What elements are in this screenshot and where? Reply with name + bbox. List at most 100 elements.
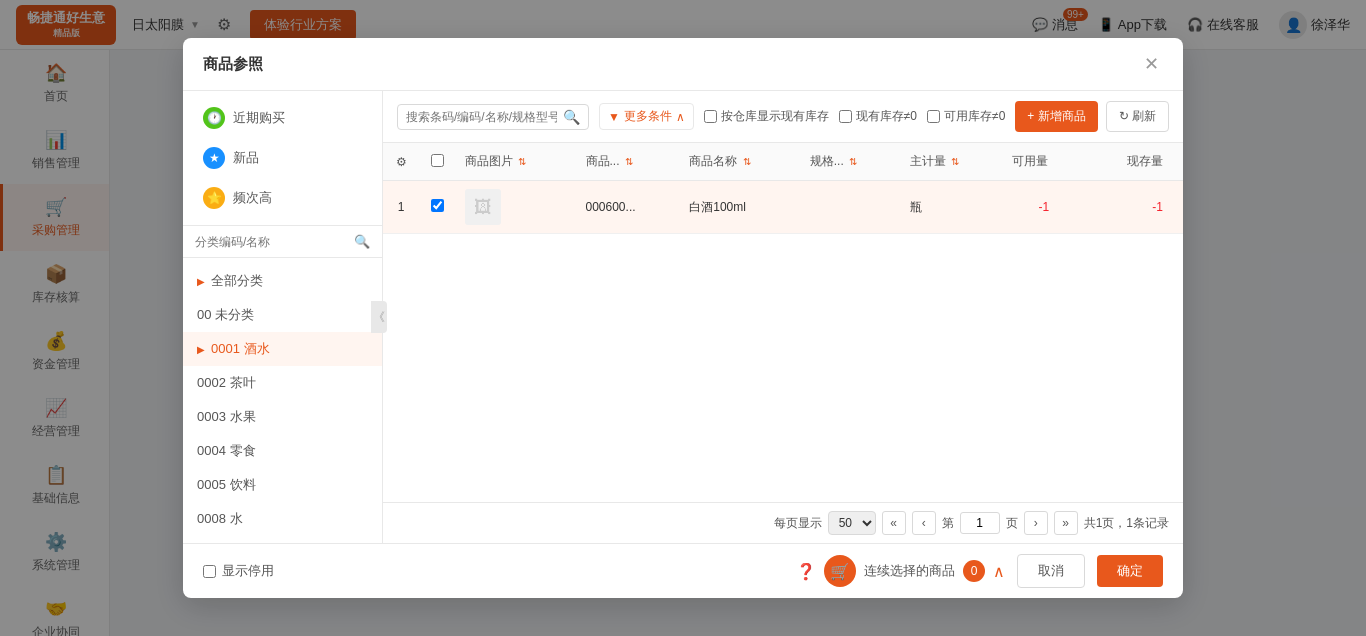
th-stock: 现存量 — [1085, 143, 1183, 181]
select-all-checkbox[interactable] — [431, 154, 444, 167]
product-thumbnail: 🖼 — [465, 189, 501, 225]
page-suffix: 页 — [1006, 515, 1018, 532]
row-image: 🖼 — [455, 181, 576, 234]
quick-frequent-label: 频次高 — [233, 189, 272, 207]
th-code-label: 商品... — [586, 154, 620, 168]
category-alcohol[interactable]: ▶ 0001 酒水 — [183, 332, 382, 366]
toolbar-right: + 新增商品 ↻ 刷新 — [1015, 101, 1169, 132]
category-list: ▶ 全部分类 00 未分类 ▶ 0001 酒水 0002 茶叶 — [183, 258, 382, 543]
th-settings[interactable]: ⚙ — [383, 143, 419, 181]
quick-recent[interactable]: 🕐 近期购买 — [195, 101, 370, 135]
modal-footer: 显示停用 ❓ 🛒 连续选择的商品 0 ∧ 取消 确定 — [183, 543, 1183, 598]
table-row[interactable]: 1 🖼 000600... — [383, 181, 1183, 234]
quick-access: 🕐 近期购买 ★ 新品 ⭐ 频次高 — [183, 91, 382, 226]
row-seq: 1 — [383, 181, 419, 234]
add-product-button[interactable]: + 新增商品 — [1015, 101, 1097, 132]
modal-overlay: 商品参照 ✕ 🕐 近期购买 ★ 新品 — [0, 0, 1366, 636]
row-name: 白酒100ml — [679, 181, 800, 234]
total-info: 共1页，1条记录 — [1084, 515, 1169, 532]
category-beverage[interactable]: 0005 饮料 — [183, 468, 382, 502]
th-spec-label: 规格... — [810, 154, 844, 168]
freq-icon: ⭐ — [203, 187, 225, 209]
th-name[interactable]: 商品名称 ⇅ — [679, 143, 800, 181]
right-toolbar: 🔍 ▼ 更多条件 ∧ 按仓库显示现有库存 — [383, 91, 1183, 143]
new-icon: ★ — [203, 147, 225, 169]
category-snack[interactable]: 0004 零食 — [183, 434, 382, 468]
sort-icon: ⇅ — [518, 156, 526, 167]
search-icon[interactable]: 🔍 — [563, 109, 580, 125]
more-filter-button[interactable]: ▼ 更多条件 ∧ — [599, 103, 694, 130]
refresh-button[interactable]: ↻ 刷新 — [1106, 101, 1169, 132]
product-search-input[interactable] — [406, 110, 557, 124]
collapse-icon: 《 — [373, 309, 385, 326]
category-search-input[interactable] — [195, 235, 348, 249]
prev-page-button[interactable]: ‹ — [912, 511, 936, 535]
first-page-button[interactable]: « — [882, 511, 906, 535]
quick-new[interactable]: ★ 新品 — [195, 141, 370, 175]
current-stock-filter[interactable]: 现有库存≠0 — [839, 108, 917, 125]
confirm-button[interactable]: 确定 — [1097, 555, 1163, 587]
current-stock-checkbox[interactable] — [839, 110, 852, 123]
table-header: ⚙ 商品图片 ⇅ 商品... — [383, 143, 1183, 181]
category-uncategorized[interactable]: 00 未分类 — [183, 298, 382, 332]
th-available: 可用量 — [1002, 143, 1085, 181]
category-label: 全部分类 — [211, 272, 263, 290]
category-tea[interactable]: 0002 茶叶 — [183, 366, 382, 400]
sort-icon: ⇅ — [849, 156, 857, 167]
category-appliance[interactable]: 0010 家电 — [183, 536, 382, 543]
help-icon[interactable]: ❓ — [796, 562, 816, 581]
available-stock-filter[interactable]: 可用库存≠0 — [927, 108, 1005, 125]
expand-arrow: ▶ — [197, 344, 205, 355]
by-warehouse-filter[interactable]: 按仓库显示现有库存 — [704, 108, 829, 125]
cancel-button[interactable]: 取消 — [1017, 554, 1085, 588]
by-warehouse-checkbox[interactable] — [704, 110, 717, 123]
disabled-checkbox-input[interactable] — [203, 565, 216, 578]
th-unit[interactable]: 主计量 ⇅ — [900, 143, 1003, 181]
left-panel-collapse-button[interactable]: 《 — [371, 301, 387, 333]
cart-collapse-button[interactable]: ∧ — [993, 562, 1005, 581]
modal-body: 🕐 近期购买 ★ 新品 ⭐ 频次高 — [183, 91, 1183, 543]
category-label: 0001 酒水 — [211, 340, 270, 358]
th-unit-label: 主计量 — [910, 154, 946, 168]
left-panel: 🕐 近期购买 ★ 新品 ⭐ 频次高 — [183, 91, 383, 543]
stock-value: -1 — [1152, 200, 1163, 214]
by-warehouse-label: 按仓库显示现有库存 — [721, 108, 829, 125]
row-checkbox[interactable] — [419, 181, 455, 234]
sort-icon: ⇅ — [743, 156, 751, 167]
row-stock: -1 — [1085, 181, 1183, 234]
row-spec — [800, 181, 900, 234]
modal-close-button[interactable]: ✕ — [1139, 52, 1163, 76]
category-fruit[interactable]: 0003 水果 — [183, 400, 382, 434]
category-search-icon[interactable]: 🔍 — [354, 234, 370, 249]
cart-icon[interactable]: 🛒 — [824, 555, 856, 587]
category-all[interactable]: ▶ 全部分类 — [183, 264, 382, 298]
sort-icon: ⇅ — [625, 156, 633, 167]
filter-label: 更多条件 — [624, 108, 672, 125]
row-available: -1 — [1002, 181, 1085, 234]
show-disabled-checkbox[interactable]: 显示停用 — [203, 562, 274, 580]
available-stock-label: 可用库存≠0 — [944, 108, 1005, 125]
th-image[interactable]: 商品图片 ⇅ — [455, 143, 576, 181]
quick-recent-label: 近期购买 — [233, 109, 285, 127]
category-label: 0002 茶叶 — [197, 374, 256, 392]
row-select-checkbox[interactable] — [431, 199, 444, 212]
recent-icon: 🕐 — [203, 107, 225, 129]
cart-count: 0 — [963, 560, 985, 582]
modal-header: 商品参照 ✕ — [183, 38, 1183, 91]
page-size-label: 每页显示 — [774, 515, 822, 532]
quick-frequent[interactable]: ⭐ 频次高 — [195, 181, 370, 215]
th-code[interactable]: 商品... ⇅ — [576, 143, 680, 181]
th-name-label: 商品名称 — [689, 154, 737, 168]
next-page-button[interactable]: › — [1024, 511, 1048, 535]
page-size-select[interactable]: 50 — [828, 511, 876, 535]
page-number-input[interactable] — [960, 512, 1000, 534]
th-spec[interactable]: 规格... ⇅ — [800, 143, 900, 181]
image-placeholder-icon: 🖼 — [474, 197, 492, 218]
page-label: 第 — [942, 515, 954, 532]
category-water[interactable]: 0008 水 — [183, 502, 382, 536]
available-stock-checkbox[interactable] — [927, 110, 940, 123]
table-body: 1 🖼 000600... — [383, 181, 1183, 234]
category-label: 0008 水 — [197, 510, 243, 528]
row-code: 000600... — [576, 181, 680, 234]
last-page-button[interactable]: » — [1054, 511, 1078, 535]
